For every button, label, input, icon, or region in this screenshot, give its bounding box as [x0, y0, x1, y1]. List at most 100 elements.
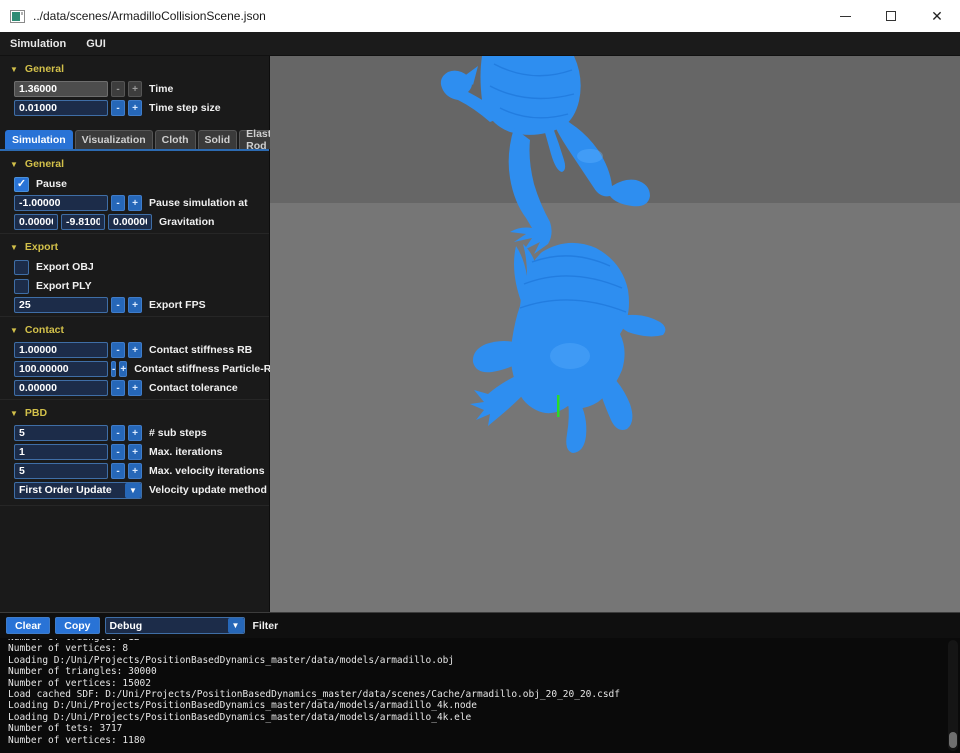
log-line: Loading D:/Uni/Projects/PositionBasedDyn…	[8, 655, 946, 666]
time-decrement-button[interactable]: -	[111, 81, 125, 97]
max-velocity-iterations-increment-button[interactable]: +	[128, 463, 142, 479]
export-obj-checkbox[interactable]: ✓	[14, 260, 29, 275]
contact-tolerance-label: Contact tolerance	[149, 382, 238, 394]
menu-gui[interactable]: GUI	[76, 38, 116, 50]
contact-tolerance-input[interactable]	[14, 380, 108, 396]
param-row-export-obj: ✓ Export OBJ	[14, 259, 269, 275]
log-line: Loading D:/Uni/Projects/PositionBasedDyn…	[8, 700, 946, 711]
max-velocity-iterations-decrement-button[interactable]: -	[111, 463, 125, 479]
console-scrollbar[interactable]	[948, 640, 958, 751]
close-button[interactable]: ✕	[914, 0, 960, 32]
export-fps-input[interactable]	[14, 297, 108, 313]
section-title: Export	[25, 241, 58, 253]
param-row-pause: ✓ Pause	[14, 176, 269, 192]
gravitation-y-input[interactable]	[61, 214, 105, 230]
collapse-arrow-icon: ▼	[10, 65, 18, 74]
time-label: Time	[149, 83, 173, 95]
contact-stiffness-rb-input[interactable]	[14, 342, 108, 358]
section-header-general-top[interactable]: ▼ General	[0, 56, 269, 78]
viewport-3d[interactable]	[270, 56, 960, 612]
pause-label: Pause	[36, 178, 67, 190]
log-line: Number of triangles: 30000	[8, 666, 946, 677]
log-output[interactable]: Number of triangles: 12 Number of vertic…	[0, 639, 946, 753]
time-step-input[interactable]	[14, 100, 108, 116]
tab-cloth[interactable]: Cloth	[155, 130, 196, 149]
pause-at-decrement-button[interactable]: -	[111, 195, 125, 211]
param-row-max-velocity-iterations: - + Max. velocity iterations	[14, 463, 269, 479]
minimize-button[interactable]	[822, 0, 868, 32]
time-step-label: Time step size	[149, 102, 221, 114]
export-fps-decrement-button[interactable]: -	[111, 297, 125, 313]
chevron-down-icon: ▼	[125, 483, 141, 498]
app-window: ../data/scenes/ArmadilloCollisionScene.j…	[0, 0, 960, 753]
sub-steps-increment-button[interactable]: +	[128, 425, 142, 441]
sub-steps-decrement-button[interactable]: -	[111, 425, 125, 441]
menubar: Simulation GUI	[0, 32, 960, 56]
time-input[interactable]	[14, 81, 108, 97]
max-iterations-increment-button[interactable]: +	[128, 444, 142, 460]
app-icon-bar	[21, 12, 23, 15]
velocity-update-method-value: First Order Update	[15, 484, 125, 496]
export-ply-checkbox[interactable]: ✓	[14, 279, 29, 294]
console-scrollbar-thumb[interactable]	[949, 732, 957, 748]
section-title: General	[25, 158, 64, 170]
max-iterations-input[interactable]	[14, 444, 108, 460]
contact-tolerance-decrement-button[interactable]: -	[111, 380, 125, 396]
velocity-update-method-dropdown[interactable]: First Order Update ▼	[14, 482, 142, 499]
tab-simulation[interactable]: Simulation	[5, 130, 73, 149]
gravitation-z-input[interactable]	[108, 214, 152, 230]
section-header-export[interactable]: ▼ Export	[0, 234, 269, 256]
maximize-button[interactable]	[868, 0, 914, 32]
param-row-contact-tolerance: - + Contact tolerance	[14, 380, 269, 396]
max-velocity-iterations-input[interactable]	[14, 463, 108, 479]
section-title: General	[25, 63, 64, 75]
param-row-pause-at: - + Pause simulation at	[14, 195, 269, 211]
param-row-stiffness-particle-rb: - + Contact stiffness Particle-RB	[14, 361, 269, 377]
max-iterations-decrement-button[interactable]: -	[111, 444, 125, 460]
section-header-general[interactable]: ▼ General	[0, 151, 269, 173]
export-ply-label: Export PLY	[36, 280, 92, 292]
viewport-background-far	[270, 56, 960, 203]
collapse-arrow-icon: ▼	[10, 243, 18, 252]
pause-at-increment-button[interactable]: +	[128, 195, 142, 211]
clear-button[interactable]: Clear	[6, 617, 50, 634]
time-increment-button[interactable]: +	[128, 81, 142, 97]
tab-visualization[interactable]: Visualization	[75, 130, 153, 149]
copy-button[interactable]: Copy	[55, 617, 99, 634]
section-pbd: ▼ PBD - + # sub steps - + Max. iteration…	[0, 399, 269, 506]
contact-stiffness-particle-rb-input[interactable]	[14, 361, 108, 377]
console-toolbar: Clear Copy Debug ▼ Filter	[0, 613, 960, 638]
contact-stiffness-particle-rb-decrement-button[interactable]: -	[111, 361, 116, 377]
contact-stiffness-particle-rb-label: Contact stiffness Particle-RB	[134, 363, 279, 375]
max-velocity-iterations-label: Max. velocity iterations	[149, 465, 265, 477]
time-step-decrement-button[interactable]: -	[111, 100, 125, 116]
contact-stiffness-particle-rb-increment-button[interactable]: +	[119, 361, 127, 377]
section-header-pbd[interactable]: ▼ PBD	[0, 400, 269, 422]
contact-tolerance-increment-button[interactable]: +	[128, 380, 142, 396]
pause-at-input[interactable]	[14, 195, 108, 211]
check-icon: ✓	[17, 179, 26, 190]
log-level-dropdown[interactable]: Debug ▼	[105, 617, 245, 634]
param-row-gravitation: Gravitation	[14, 214, 269, 230]
section-header-contact[interactable]: ▼ Contact	[0, 317, 269, 339]
minimize-icon	[840, 16, 851, 17]
section-export: ▼ Export ✓ Export OBJ ✓ Export PLY - + E…	[0, 233, 269, 313]
section-title: Contact	[25, 324, 64, 336]
time-step-increment-button[interactable]: +	[128, 100, 142, 116]
log-line: Number of vertices: 15002	[8, 678, 946, 689]
menu-simulation[interactable]: Simulation	[0, 38, 76, 50]
tabbar: Simulation Visualization Cloth Solid Ela…	[0, 130, 269, 151]
tab-solid[interactable]: Solid	[198, 130, 238, 149]
gravitation-x-input[interactable]	[14, 214, 58, 230]
contact-stiffness-rb-increment-button[interactable]: +	[128, 342, 142, 358]
log-line: Loading D:/Uni/Projects/PositionBasedDyn…	[8, 712, 946, 723]
log-line: Number of tets: 3717	[8, 723, 946, 734]
app-icon	[10, 10, 25, 23]
sub-steps-input[interactable]	[14, 425, 108, 441]
contact-normal-marker	[557, 395, 560, 417]
export-fps-increment-button[interactable]: +	[128, 297, 142, 313]
log-line: Number of vertices: 1180	[8, 735, 946, 746]
pause-checkbox[interactable]: ✓	[14, 177, 29, 192]
collapse-arrow-icon: ▼	[10, 409, 18, 418]
contact-stiffness-rb-decrement-button[interactable]: -	[111, 342, 125, 358]
